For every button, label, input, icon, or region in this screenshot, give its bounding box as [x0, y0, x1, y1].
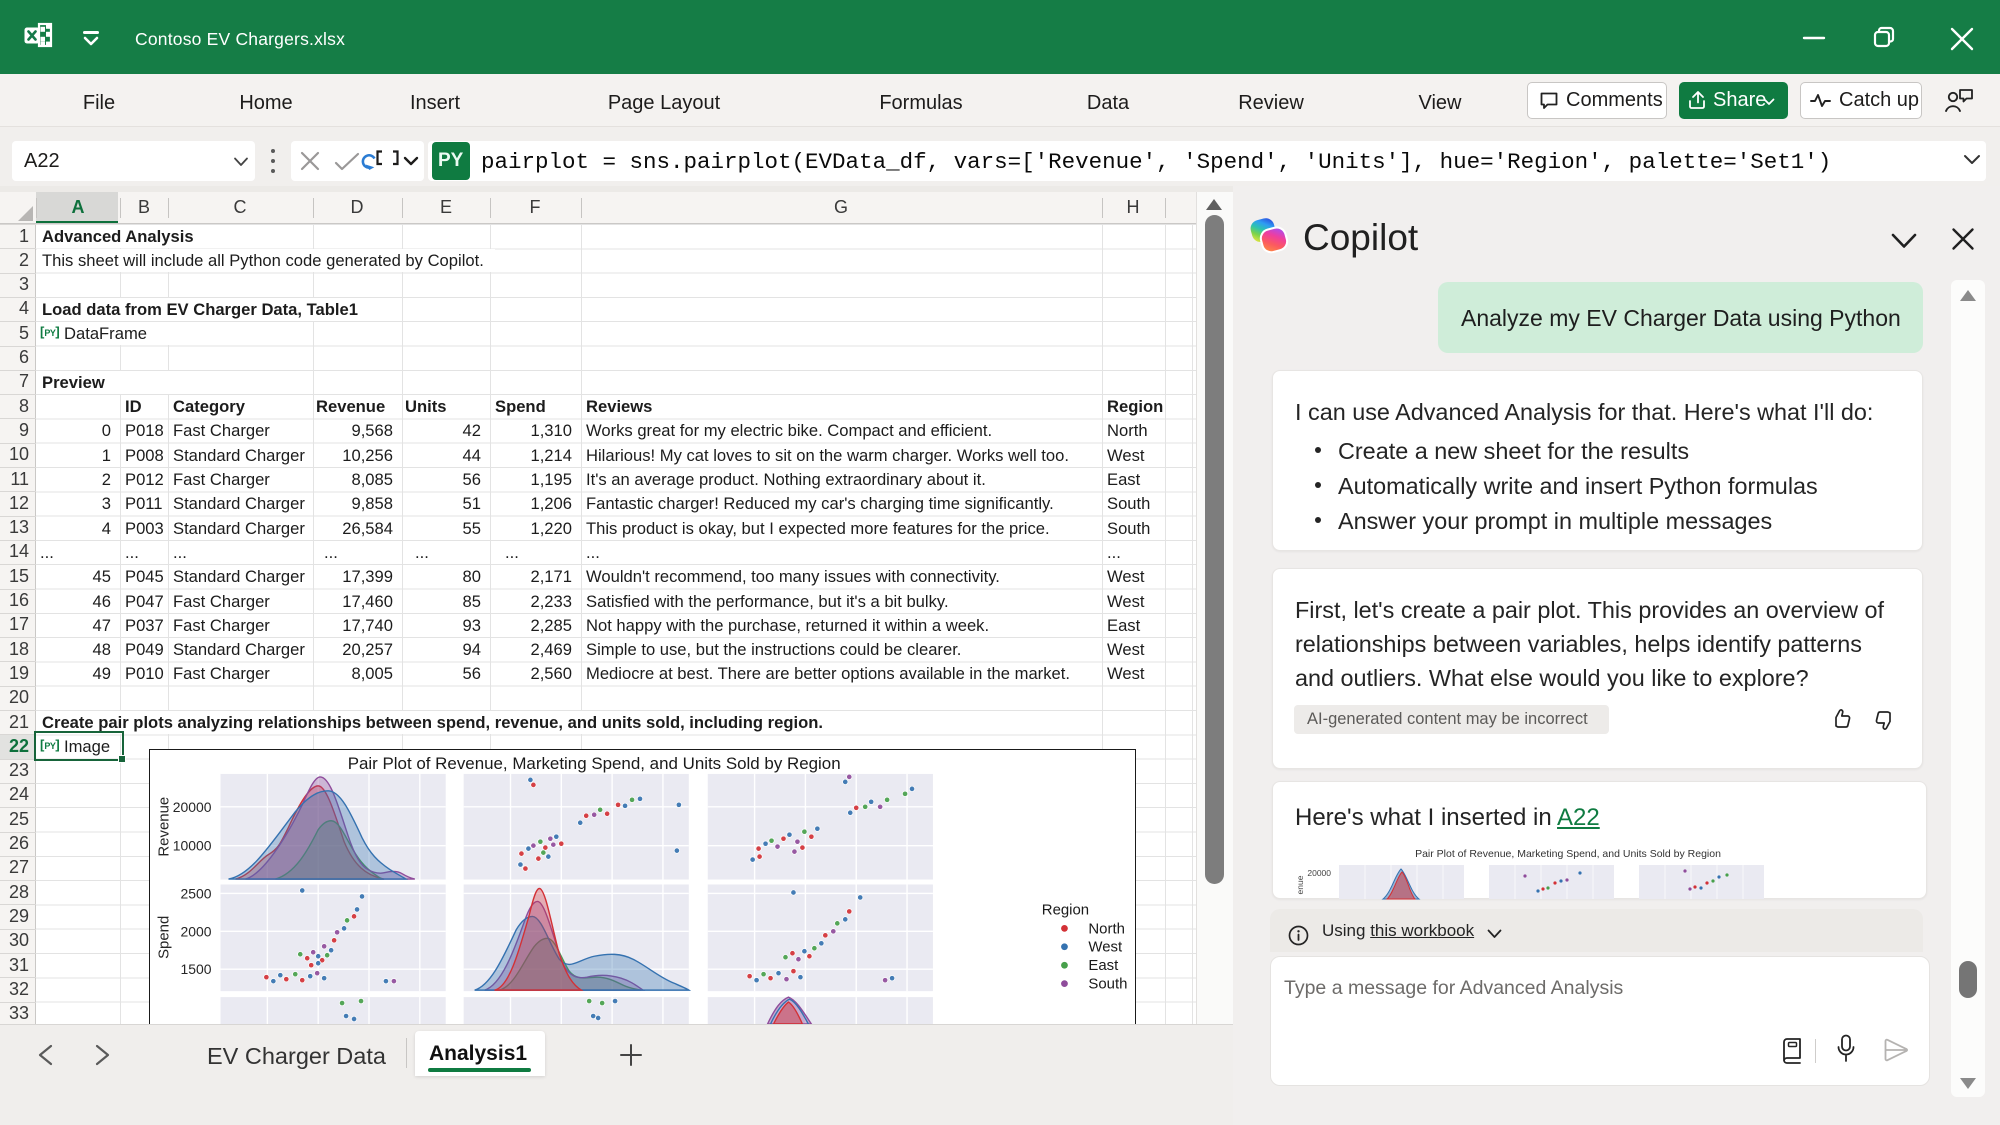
svg-text:Pair Plot of Revenue, Marketin: Pair Plot of Revenue, Marketing Spend, a… [348, 754, 841, 773]
svg-text:Revenue: Revenue [156, 797, 173, 857]
svg-text:South: South [1088, 976, 1127, 993]
svg-text:enue: enue [1295, 875, 1305, 894]
svg-text:West: West [1088, 939, 1123, 956]
svg-text:2000: 2000 [181, 923, 212, 939]
svg-text:10000: 10000 [173, 838, 212, 854]
svg-text:Spend: Spend [156, 916, 173, 959]
svg-text:20000: 20000 [173, 799, 212, 815]
svg-text:East: East [1088, 957, 1119, 974]
svg-text:2500: 2500 [181, 885, 212, 901]
svg-text:20000: 20000 [1307, 868, 1331, 878]
svg-text:Region: Region [1042, 901, 1089, 918]
svg-text:1500: 1500 [181, 961, 212, 977]
svg-text:North: North [1088, 920, 1125, 937]
svg-text:Pair Plot of Revenue, Marketin: Pair Plot of Revenue, Marketing Spend, a… [1415, 848, 1721, 860]
